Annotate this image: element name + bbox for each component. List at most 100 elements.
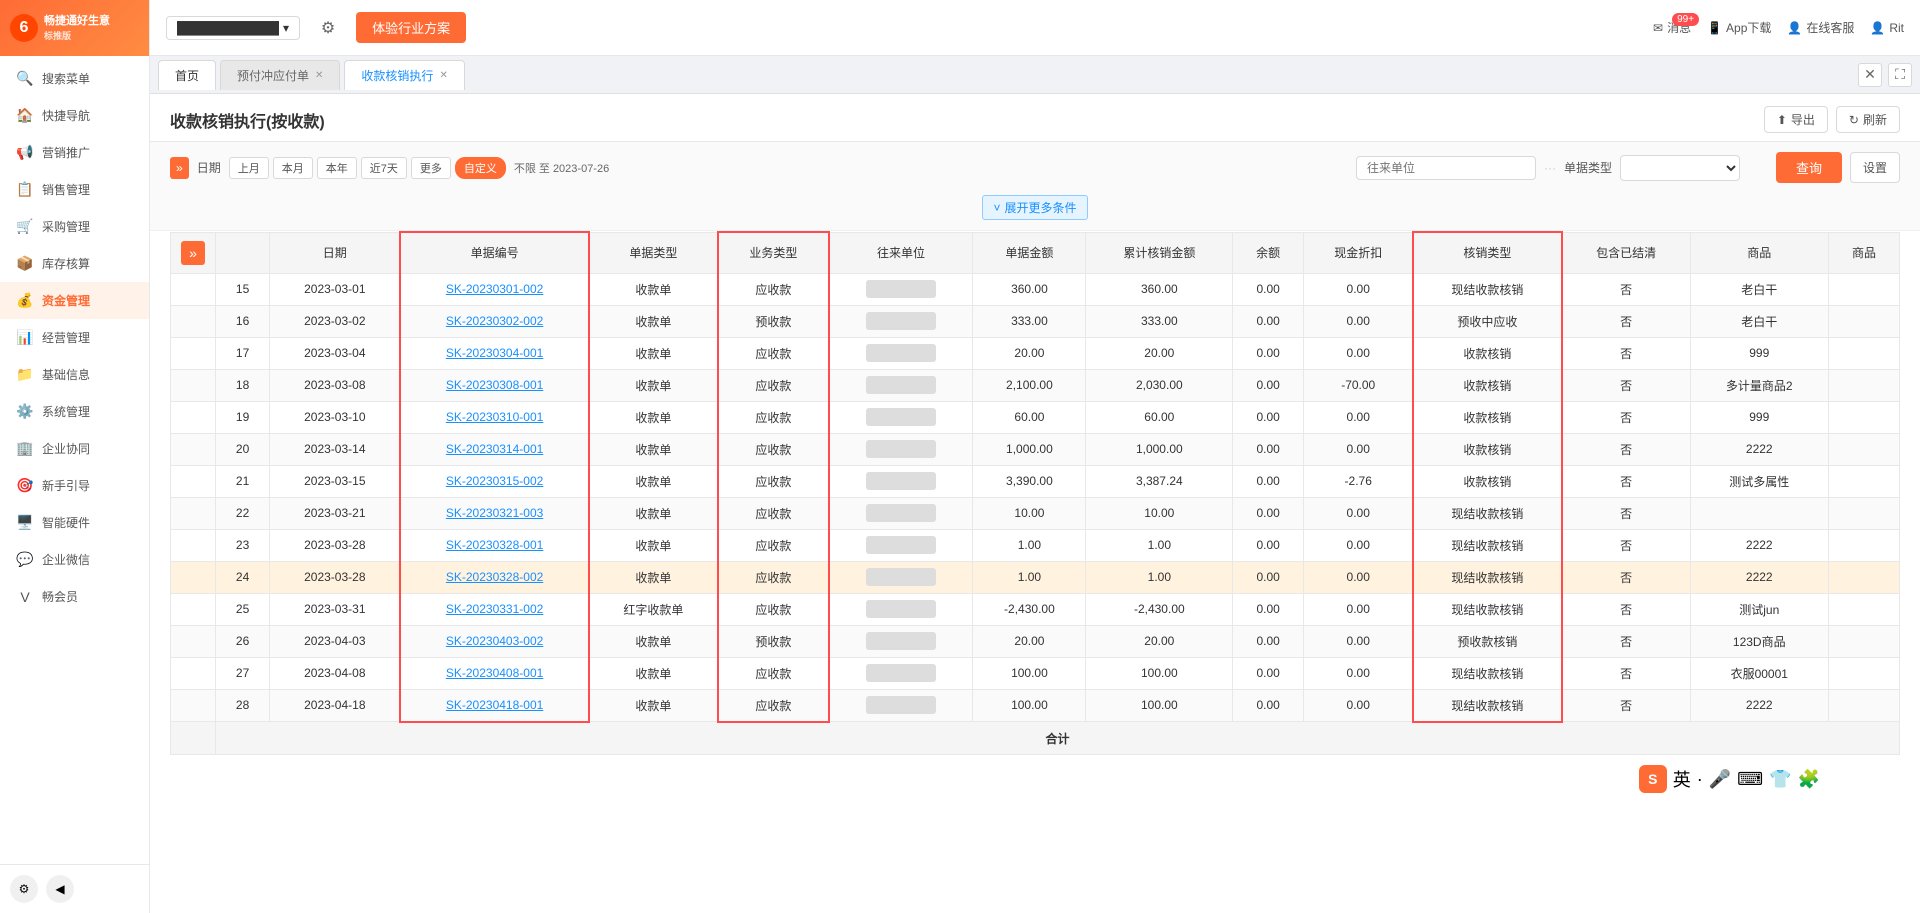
refresh-button[interactable]: ↻ 刷新 (1836, 106, 1900, 133)
sidebar-item-purchase[interactable]: 🛒采购管理 (0, 208, 149, 245)
docno-link[interactable]: SK-20230418-001 (446, 698, 543, 712)
sidebar-item-wechat[interactable]: 💬企业微信 (0, 541, 149, 578)
expand-col-button[interactable]: » (181, 241, 205, 265)
sidebar-label-guide: 新手引导 (42, 477, 90, 494)
table-footer: 合计 (171, 722, 1900, 755)
tab-maximize-btn[interactable]: ⛶ (1888, 63, 1912, 87)
tab-close-all-btn[interactable]: ✕ (1858, 63, 1882, 87)
message-button[interactable]: ✉ 消息 99+ (1653, 19, 1691, 36)
cell-date: 2023-03-08 (270, 369, 401, 401)
sidebar-item-hardware[interactable]: 🖥️智能硬件 (0, 504, 149, 541)
sidebar-item-marketing[interactable]: 📢营销推广 (0, 134, 149, 171)
docno-link[interactable]: SK-20230321-003 (446, 506, 543, 520)
docno-link[interactable]: SK-20230308-001 (446, 378, 543, 392)
docno-link[interactable]: SK-20230328-002 (446, 570, 543, 584)
table-row: 17 2023-03-04 SK-20230304-001 收款单 应收款 ██… (171, 337, 1900, 369)
footer-label: 合计 (216, 722, 1900, 755)
solution-button[interactable]: 体验行业方案 (356, 12, 466, 43)
sidebar-item-shortcut[interactable]: 🏠快捷导航 (0, 97, 149, 134)
docno-link[interactable]: SK-20230314-001 (446, 442, 543, 456)
date-btn-thisyear[interactable]: 本年 (317, 157, 357, 179)
date-btn-lastmonth[interactable]: 上月 (229, 157, 269, 179)
cell-docno: SK-20230304-001 (400, 337, 588, 369)
cell-verifytype: 收款核销 (1413, 337, 1561, 369)
tab-home[interactable]: 首页 (158, 60, 216, 90)
th-cashdisc: 现金折扣 (1304, 232, 1414, 273)
cell-cashdisc: 0.00 (1304, 497, 1414, 529)
partner-input[interactable] (1356, 156, 1536, 180)
cell-partner: ████ (829, 369, 973, 401)
cell-amount: 20.00 (973, 337, 1086, 369)
tab-collection[interactable]: 收款核销执行 ✕ (344, 60, 464, 90)
docno-link[interactable]: SK-20230310-001 (446, 410, 543, 424)
cell-goods: 999 (1690, 401, 1828, 433)
sidebar-item-operation[interactable]: 📊经营管理 (0, 319, 149, 356)
sidebar-label-inventory: 库存核算 (42, 255, 90, 272)
th-biztype: 业务类型 (718, 232, 828, 273)
docno-link[interactable]: SK-20230315-002 (446, 474, 543, 488)
cell-verifytype: 现结收款核销 (1413, 657, 1561, 689)
sidebar-item-sales[interactable]: 📋销售管理 (0, 171, 149, 208)
cell-goods: 测试jun (1690, 593, 1828, 625)
online-service-button[interactable]: 👤 在线客服 (1787, 19, 1854, 36)
cell-amount: 60.00 (973, 401, 1086, 433)
th-cumulative: 累计核销金额 (1086, 232, 1233, 273)
sidebar-item-guide[interactable]: 🎯新手引导 (0, 467, 149, 504)
sidebar-item-corp[interactable]: 🏢企业协同 (0, 430, 149, 467)
table-row: 19 2023-03-10 SK-20230310-001 收款单 应收款 ██… (171, 401, 1900, 433)
app-download-button[interactable]: 📱 App下载 (1707, 19, 1771, 36)
table-row: 20 2023-03-14 SK-20230314-001 收款单 应收款 ██… (171, 433, 1900, 465)
settings-button[interactable]: 设置 (1850, 152, 1900, 183)
cell-rownum: 17 (216, 337, 270, 369)
cell-gear (171, 561, 216, 593)
cell-cumulative: 20.00 (1086, 337, 1233, 369)
cell-partner: ████ (829, 497, 973, 529)
sidebar-item-search[interactable]: 🔍搜索菜单 (0, 60, 149, 97)
cell-cashdisc: 0.00 (1304, 401, 1414, 433)
sidebar-item-finance[interactable]: 💰资金管理 (0, 282, 149, 319)
cell-biztype: 应收款 (718, 433, 828, 465)
cell-gear (171, 305, 216, 337)
query-button[interactable]: 查询 (1776, 152, 1842, 183)
date-btn-last7[interactable]: 近7天 (361, 157, 407, 179)
date-btn-thismonth[interactable]: 本月 (273, 157, 313, 179)
filter-expand-arrow[interactable]: » (170, 157, 189, 179)
sidebar-settings-icon[interactable]: ⚙ (10, 875, 38, 903)
cell-goods2 (1828, 401, 1899, 433)
sidebar-item-basic[interactable]: 📁基础信息 (0, 356, 149, 393)
table-row: 28 2023-04-18 SK-20230418-001 收款单 应收款 ██… (171, 689, 1900, 722)
sidebar-collapse-icon[interactable]: ◀ (46, 875, 74, 903)
cell-goods2 (1828, 305, 1899, 337)
docno-link[interactable]: SK-20230302-002 (446, 314, 543, 328)
cell-docno: SK-20230308-001 (400, 369, 588, 401)
cell-balance: 0.00 (1233, 305, 1304, 337)
cell-rownum: 23 (216, 529, 270, 561)
tab-collection-close[interactable]: ✕ (439, 70, 447, 81)
sidebar-item-member[interactable]: V畅会员 (0, 578, 149, 615)
export-button[interactable]: ⬆ 导出 (1764, 106, 1828, 133)
watermark-mic-icon: 🎤 (1709, 769, 1731, 790)
date-btn-more[interactable]: 更多 (411, 157, 451, 179)
cell-docno: SK-20230310-001 (400, 401, 588, 433)
cell-date: 2023-03-21 (270, 497, 401, 529)
docno-link[interactable]: SK-20230301-002 (446, 282, 543, 296)
cell-includebalance: 否 (1562, 433, 1691, 465)
cell-date: 2023-04-08 (270, 657, 401, 689)
tab-payable[interactable]: 预付冲应付单 ✕ (220, 60, 340, 90)
org-selector[interactable]: ████████████ ▾ (166, 16, 300, 40)
docno-link[interactable]: SK-20230328-001 (446, 538, 543, 552)
docno-link[interactable]: SK-20230408-001 (446, 666, 543, 680)
docno-link[interactable]: SK-20230304-001 (446, 346, 543, 360)
doctype-select[interactable] (1620, 155, 1740, 181)
date-btn-custom[interactable]: 自定义 (455, 157, 506, 179)
cell-goods2 (1828, 657, 1899, 689)
cell-partner: ████ (829, 561, 973, 593)
tab-payable-close[interactable]: ✕ (315, 70, 323, 81)
sidebar-item-system[interactable]: ⚙️系统管理 (0, 393, 149, 430)
user-menu[interactable]: 👤 Rit (1870, 21, 1904, 35)
sidebar-item-inventory[interactable]: 📦库存核算 (0, 245, 149, 282)
docno-link[interactable]: SK-20230331-002 (446, 602, 543, 616)
expand-more-btn[interactable]: ˅ 展开更多条件 (982, 195, 1087, 220)
docno-link[interactable]: SK-20230403-002 (446, 634, 543, 648)
topbar-gear-icon[interactable]: ⚙ (312, 12, 344, 44)
